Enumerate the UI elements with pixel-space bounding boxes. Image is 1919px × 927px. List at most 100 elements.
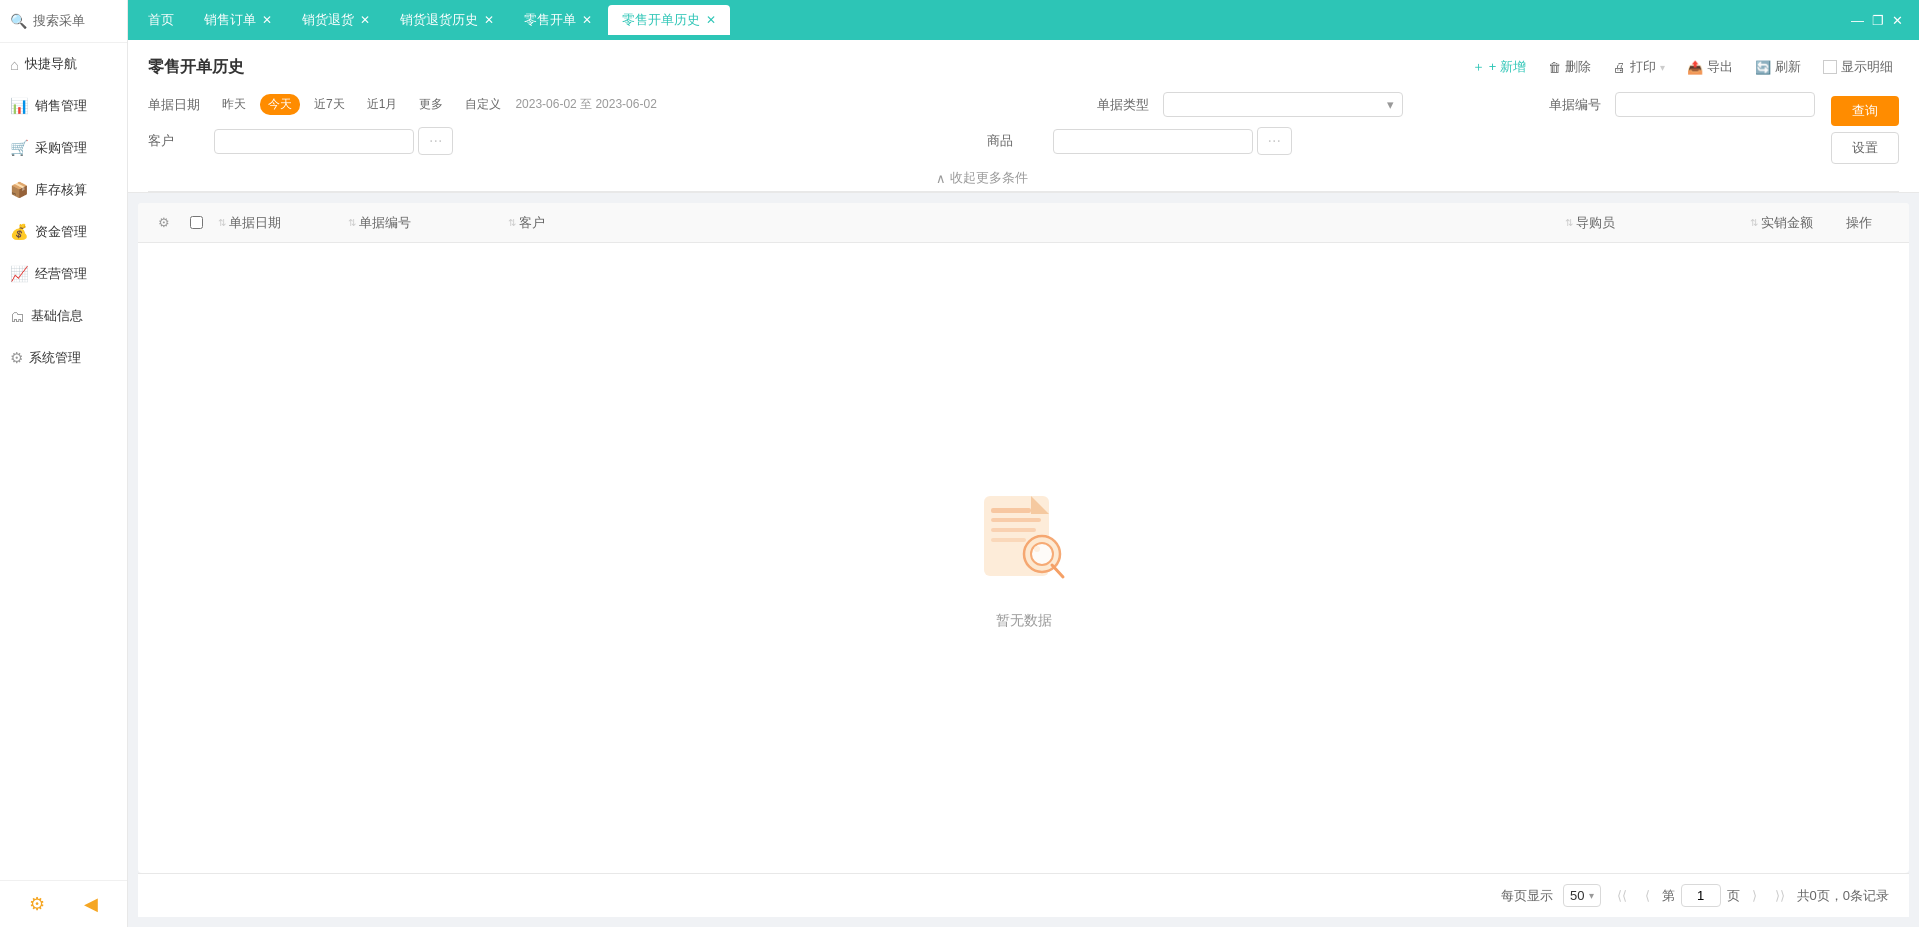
sort-icon: ⇅	[218, 217, 226, 228]
page-number-input[interactable]	[1681, 884, 1721, 907]
per-page-select[interactable]: 50 ▾	[1563, 884, 1600, 907]
page-suffix: 页	[1727, 887, 1740, 905]
tab-retail-open[interactable]: 零售开单 ✕	[510, 5, 606, 35]
sidebar-item-sales-mgmt[interactable]: 📊 销售管理	[0, 85, 127, 127]
col-header-amount[interactable]: ⇅ 实销金额	[1689, 214, 1819, 232]
type-select[interactable]: ▾	[1163, 92, 1403, 117]
sidebar-item-operations[interactable]: 📈 经营管理	[0, 253, 127, 295]
show-detail-checkbox	[1823, 60, 1837, 74]
table-header: ⚙ ⇅ 单据日期 ⇅ 单据编号 ⇅ 客户 ⇅	[138, 203, 1909, 243]
date-yesterday[interactable]: 昨天	[214, 94, 254, 115]
last-page-btn[interactable]: ⟩⟩	[1769, 886, 1791, 905]
sidebar-search[interactable]: 🔍 搜索采单	[0, 0, 127, 43]
close-window-icon[interactable]: ✕	[1892, 13, 1903, 28]
goods-input[interactable]	[1053, 129, 1253, 154]
tab-sales-order-close[interactable]: ✕	[262, 13, 272, 27]
date-more[interactable]: 更多	[411, 94, 451, 115]
customer-input[interactable]	[214, 129, 414, 154]
tab-retail-open-history[interactable]: 零售开单历史 ✕	[608, 5, 730, 35]
sidebar-item-basic-info[interactable]: 🗂 基础信息	[0, 295, 127, 337]
sort-icon: ⇅	[1750, 217, 1758, 228]
tab-retail-open-history-close[interactable]: ✕	[706, 13, 716, 27]
query-button[interactable]: 查询	[1831, 96, 1899, 126]
sidebar-item-label: 基础信息	[31, 307, 83, 325]
tab-sales-return[interactable]: 销货退货 ✕	[288, 5, 384, 35]
sidebar-item-label: 资金管理	[35, 223, 87, 241]
finance-icon: 💰	[10, 223, 29, 241]
sidebar-item-system-mgmt[interactable]: ⚙ 系统管理	[0, 337, 127, 379]
customer-label: 客户	[148, 132, 204, 150]
tab-sales-return-history-close[interactable]: ✕	[484, 13, 494, 27]
refresh-button[interactable]: 🔄 刷新	[1749, 54, 1807, 80]
sidebar-item-label: 销售管理	[35, 97, 87, 115]
col-header-action: 操作	[1819, 214, 1899, 232]
restore-icon[interactable]: ❐	[1872, 13, 1884, 28]
empty-text: 暂无数据	[996, 612, 1052, 630]
show-detail-button[interactable]: 显示明细	[1817, 54, 1899, 80]
customer-dots-btn[interactable]: ···	[418, 127, 453, 155]
date-label: 单据日期	[148, 96, 204, 114]
col-settings-btn[interactable]: ⚙	[148, 215, 180, 230]
sidebar-item-label: 采购管理	[35, 139, 87, 157]
first-page-btn[interactable]: ⟨⟨	[1611, 886, 1633, 905]
collapse-row[interactable]: ∧ 收起更多条件	[148, 165, 1815, 191]
svg-line-7	[1052, 565, 1063, 577]
tab-home[interactable]: 首页	[134, 5, 188, 35]
sort-icon: ⇅	[1565, 217, 1573, 228]
select-all-checkbox[interactable]	[190, 216, 203, 229]
chevron-up-icon: ∧	[936, 171, 946, 186]
date-1month[interactable]: 近1月	[359, 94, 406, 115]
empty-state: 暂无数据	[138, 243, 1909, 873]
sidebar-footer: ⚙ ◀	[0, 880, 127, 927]
type-chevron-icon: ▾	[1387, 97, 1394, 112]
num-input[interactable]	[1615, 92, 1815, 117]
home-icon: ⌂	[10, 56, 19, 73]
col-header-guide[interactable]: ⇅ 导购员	[1559, 214, 1689, 232]
sidebar-item-purchase-mgmt[interactable]: 🛒 采购管理	[0, 127, 127, 169]
prev-page-btn[interactable]: ⟨	[1639, 886, 1656, 905]
add-icon: ＋	[1472, 58, 1485, 76]
export-button[interactable]: 📤 导出	[1681, 54, 1739, 80]
table-area: ⚙ ⇅ 单据日期 ⇅ 单据编号 ⇅ 客户 ⇅	[138, 203, 1909, 873]
tab-sales-order[interactable]: 销售订单 ✕	[190, 5, 286, 35]
date-7days[interactable]: 近7天	[306, 94, 353, 115]
sort-icon: ⇅	[348, 217, 356, 228]
customer-input-group: ···	[214, 127, 453, 155]
col-header-num[interactable]: ⇅ 单据编号	[342, 214, 502, 232]
collapse-sidebar-icon[interactable]: ◀	[84, 893, 98, 915]
filter-row-customer: 客户 ··· 商品 ···	[148, 127, 1815, 155]
sidebar-item-inventory[interactable]: 📦 库存核算	[0, 169, 127, 211]
tab-retail-open-history-label: 零售开单历史	[622, 11, 700, 29]
filter-action-col: 查询 设置	[1815, 92, 1899, 164]
delete-button[interactable]: 🗑 删除	[1542, 54, 1597, 80]
page-title: 零售开单历史	[148, 57, 244, 78]
add-button[interactable]: ＋ + 新增	[1466, 54, 1532, 80]
tab-home-label: 首页	[148, 11, 174, 29]
tab-sales-return-history[interactable]: 销货退货历史 ✕	[386, 5, 508, 35]
filter-fields: 单据日期 昨天 今天 近7天 近1月 更多 自定义 2023-06-02 至 2…	[148, 92, 1815, 191]
sidebar-item-quick-nav[interactable]: ⌂ 快捷导航	[0, 43, 127, 85]
sidebar: 🔍 搜索采单 ⌂ 快捷导航 📊 销售管理 🛒 采购管理 📦 库存核算 💰 资金管…	[0, 0, 128, 927]
col-header-customer[interactable]: ⇅ 客户	[502, 214, 1559, 232]
col-header-date[interactable]: ⇅ 单据日期	[212, 214, 342, 232]
goods-dots-btn[interactable]: ···	[1257, 127, 1292, 155]
search-icon: 🔍	[10, 13, 27, 29]
filter-settings-button[interactable]: 设置	[1831, 132, 1899, 164]
main-area: 首页 销售订单 ✕ 销货退货 ✕ 销货退货历史 ✕ 零售开单 ✕ 零售开单历史 …	[128, 0, 1919, 927]
next-page-btn[interactable]: ⟩	[1746, 886, 1763, 905]
refresh-icon: 🔄	[1755, 60, 1771, 75]
minimize-icon[interactable]: —	[1851, 13, 1864, 28]
operations-icon: 📈	[10, 265, 29, 283]
pagination-bar: 每页显示 50 ▾ ⟨⟨ ⟨ 第 页 ⟩ ⟩⟩ 共0页，0条记录	[138, 873, 1909, 917]
print-button[interactable]: 🖨 打印 ▾	[1607, 54, 1671, 80]
date-today[interactable]: 今天	[260, 94, 300, 115]
cart-icon: 🛒	[10, 139, 29, 157]
sidebar-item-finance[interactable]: 💰 资金管理	[0, 211, 127, 253]
date-custom[interactable]: 自定义	[457, 94, 509, 115]
settings-footer-icon[interactable]: ⚙	[29, 893, 45, 915]
sidebar-item-label: 库存核算	[35, 181, 87, 199]
col-checkbox-all[interactable]	[180, 216, 212, 229]
page-nav: ⟨⟨ ⟨ 第 页 ⟩ ⟩⟩ 共0页，0条记录	[1611, 884, 1889, 907]
tab-sales-return-close[interactable]: ✕	[360, 13, 370, 27]
tab-retail-open-close[interactable]: ✕	[582, 13, 592, 27]
